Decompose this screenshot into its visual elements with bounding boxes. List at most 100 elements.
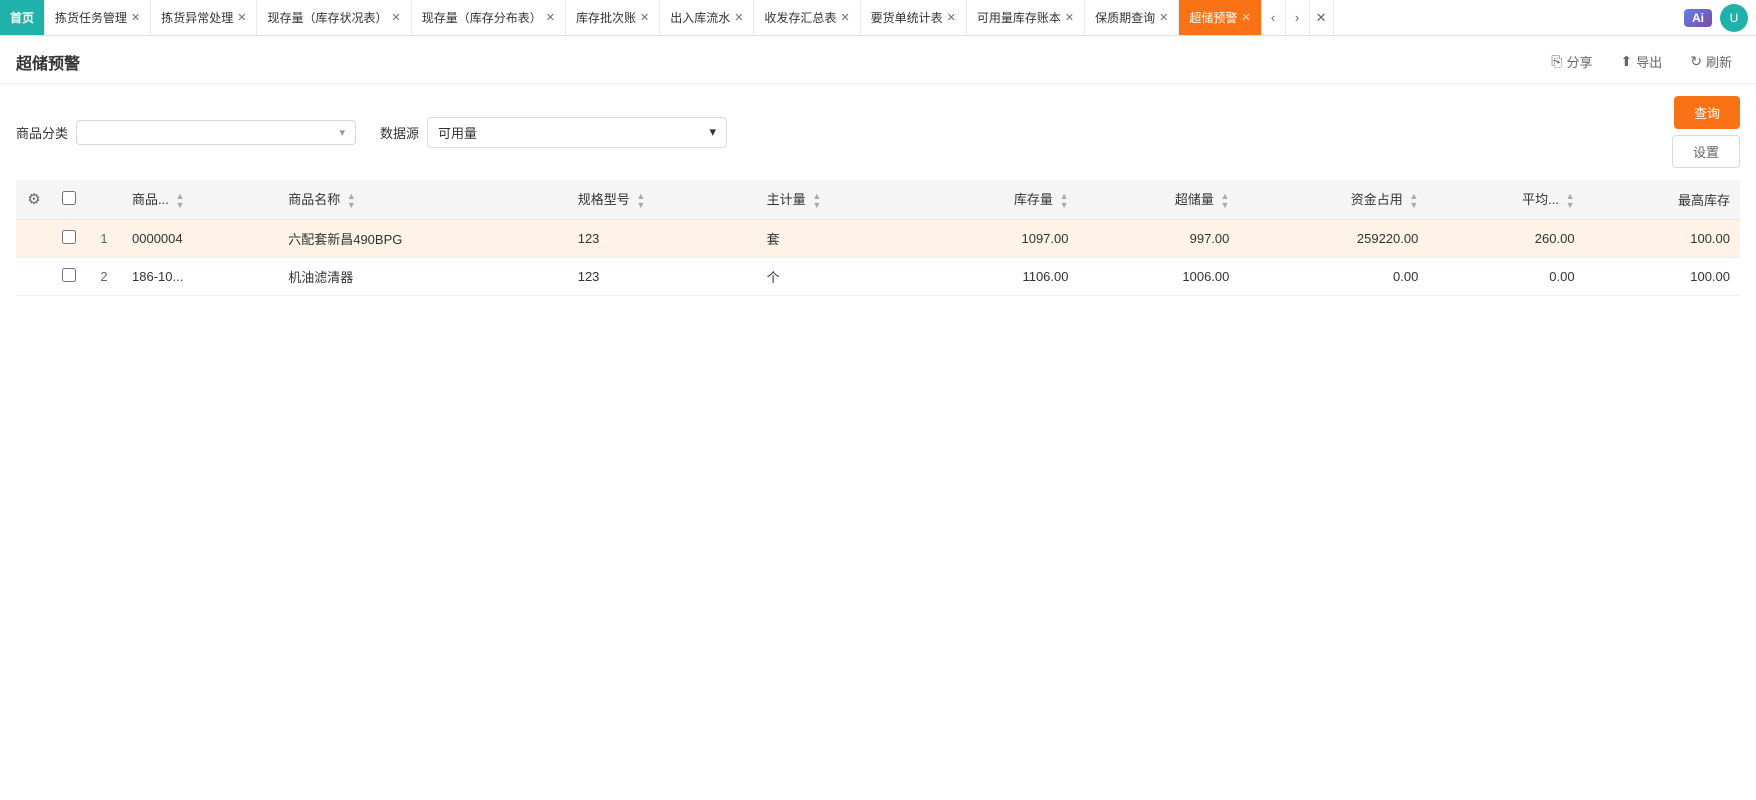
home-label: 首页 <box>10 9 34 26</box>
col-unit-header[interactable]: 主计量 ▲▼ <box>757 180 918 219</box>
select-all-checkbox[interactable] <box>62 191 76 205</box>
filter-row: 商品分类 ▾ 数据源 可用量 ▾ 查询 设置 <box>0 84 1756 180</box>
nav-tab-1[interactable]: 拣货任务管理 ✕ <box>45 0 151 36</box>
category-label: 商品分类 <box>16 123 68 142</box>
col-over-header[interactable]: 超储量 ▲▼ <box>1078 180 1239 219</box>
ai-badge[interactable]: Ai <box>1684 9 1712 27</box>
row2-capital: 0.00 <box>1239 257 1428 295</box>
category-select[interactable]: ▾ <box>76 120 356 145</box>
nav-tab-7[interactable]: 收发存汇总表 ✕ <box>754 0 860 36</box>
row1-name: 六配套新昌490BPG <box>278 219 568 257</box>
export-button[interactable]: ⬆ 导出 <box>1613 48 1671 75</box>
export-icon: ⬆ <box>1621 53 1633 70</box>
tab-close-icon[interactable]: ✕ <box>1241 11 1250 24</box>
nav-tab-6[interactable]: 出入库流水 ✕ <box>660 0 754 36</box>
nav-next-button[interactable]: › <box>1286 0 1310 36</box>
nav-home[interactable]: 首页 <box>0 0 45 36</box>
nav-tab-11[interactable]: 超储预警 ✕ <box>1179 0 1261 36</box>
row1-spec: 123 <box>568 219 757 257</box>
tab-close-icon[interactable]: ✕ <box>734 11 743 24</box>
tab-label: 库存批次账 <box>576 9 636 26</box>
col-code-header[interactable]: 商品... ▲▼ <box>122 180 278 219</box>
row2-avg: 0.00 <box>1428 257 1584 295</box>
datasource-filter: 数据源 可用量 ▾ <box>380 117 727 148</box>
user-avatar[interactable]: U <box>1720 4 1748 32</box>
row1-checkbox[interactable] <box>62 230 76 244</box>
refresh-button[interactable]: ↻ 刷新 <box>1682 48 1740 75</box>
refresh-label: 刷新 <box>1706 52 1732 71</box>
query-button[interactable]: 查询 <box>1674 96 1740 129</box>
tab-label: 出入库流水 <box>670 9 730 26</box>
header-actions: ⎘ 分享 ⬆ 导出 ↻ 刷新 <box>1543 48 1740 75</box>
filter-buttons: 查询 设置 <box>1672 96 1740 168</box>
nav-tab-2[interactable]: 拣货异常处理 ✕ <box>151 0 257 36</box>
row1-settings-cell <box>16 219 52 257</box>
table-header-row: ⚙ 商品... ▲▼ 商品名称 ▲▼ 规格型号 <box>16 180 1740 219</box>
tab-close-icon[interactable]: ✕ <box>546 11 555 24</box>
row2-name: 机油滤清器 <box>278 257 568 295</box>
col-over-sort-icon: ▲▼ <box>1220 192 1229 210</box>
nav-prev-button[interactable]: ‹ <box>1262 0 1286 36</box>
col-settings-header: ⚙ <box>16 180 52 219</box>
table-settings-icon[interactable]: ⚙ <box>27 191 40 208</box>
tab-close-icon[interactable]: ✕ <box>1159 11 1168 24</box>
row1-stock: 1097.00 <box>918 219 1079 257</box>
nav-close-all-button[interactable]: ✕ <box>1310 0 1334 36</box>
col-capital-header[interactable]: 资金占用 ▲▼ <box>1239 180 1428 219</box>
row2-settings-cell <box>16 257 52 295</box>
tab-close-icon[interactable]: ✕ <box>640 11 649 24</box>
tab-close-icon[interactable]: ✕ <box>840 11 849 24</box>
settings-button[interactable]: 设置 <box>1672 135 1740 168</box>
row2-unit: 个 <box>757 257 918 295</box>
col-capital-sort-icon: ▲▼ <box>1409 192 1418 210</box>
row1-checkbox-cell <box>52 219 86 257</box>
tab-label: 保质期查询 <box>1095 9 1155 26</box>
row1-over: 997.00 <box>1078 219 1239 257</box>
nav-tab-10[interactable]: 保质期查询 ✕ <box>1085 0 1179 36</box>
refresh-icon: ↻ <box>1690 53 1702 70</box>
nav-tab-5[interactable]: 库存批次账 ✕ <box>566 0 660 36</box>
nav-next-icon: › <box>1295 10 1299 25</box>
nav-tab-8[interactable]: 要货单统计表 ✕ <box>861 0 967 36</box>
col-checkbox-header <box>52 180 86 219</box>
tab-close-icon[interactable]: ✕ <box>947 11 956 24</box>
col-num-header <box>86 180 122 219</box>
page-title: 超储预警 <box>16 50 80 74</box>
col-name-sort-icon: ▲▼ <box>347 192 356 210</box>
row1-avg: 260.00 <box>1428 219 1584 257</box>
tab-label: 收发存汇总表 <box>764 9 836 26</box>
tab-close-icon[interactable]: ✕ <box>392 11 401 24</box>
datasource-value: 可用量 <box>438 123 477 142</box>
col-name-header[interactable]: 商品名称 ▲▼ <box>278 180 568 219</box>
tab-label: 超储预警 <box>1189 9 1237 26</box>
row1-code: 0000004 <box>122 219 278 257</box>
tab-close-icon[interactable]: ✕ <box>237 11 246 24</box>
tab-close-icon[interactable]: ✕ <box>1065 11 1074 24</box>
nav-tab-3[interactable]: 现存量（库存状况表） ✕ <box>257 0 411 36</box>
datasource-select[interactable]: 可用量 ▾ <box>427 117 727 148</box>
col-avg-header[interactable]: 平均... ▲▼ <box>1428 180 1584 219</box>
col-stock-header[interactable]: 库存量 ▲▼ <box>918 180 1079 219</box>
row2-max: 100.00 <box>1585 257 1740 295</box>
row1-capital: 259220.00 <box>1239 219 1428 257</box>
nav-prev-icon: ‹ <box>1271 10 1275 25</box>
col-stock-sort-icon: ▲▼ <box>1060 192 1069 210</box>
tab-label: 可用量库存账本 <box>977 9 1061 26</box>
col-code-sort-icon: ▲▼ <box>175 192 184 210</box>
share-button[interactable]: ⎘ 分享 <box>1543 48 1600 75</box>
tab-close-icon[interactable]: ✕ <box>131 11 140 24</box>
col-spec-header[interactable]: 规格型号 ▲▼ <box>568 180 757 219</box>
page-content: 超储预警 ⎘ 分享 ⬆ 导出 ↻ 刷新 商品分类 ▾ <box>0 36 1756 800</box>
row1-num: 1 <box>86 219 122 257</box>
tab-label: 要货单统计表 <box>871 9 943 26</box>
table-row: 1 0000004 六配套新昌490BPG 123 套 1097.00 997.… <box>16 219 1740 257</box>
nav-tab-9[interactable]: 可用量库存账本 ✕ <box>967 0 1085 36</box>
nav-tab-4[interactable]: 现存量（库存分布表） ✕ <box>412 0 566 36</box>
row2-num: 2 <box>86 257 122 295</box>
row2-checkbox[interactable] <box>62 268 76 282</box>
table-row: 2 186-10... 机油滤清器 123 个 1106.00 1006.00 … <box>16 257 1740 295</box>
col-max-header[interactable]: 最高库存 <box>1585 180 1740 219</box>
col-spec-sort-icon: ▲▼ <box>636 192 645 210</box>
row2-spec: 123 <box>568 257 757 295</box>
tab-label: 拣货任务管理 <box>55 9 127 26</box>
